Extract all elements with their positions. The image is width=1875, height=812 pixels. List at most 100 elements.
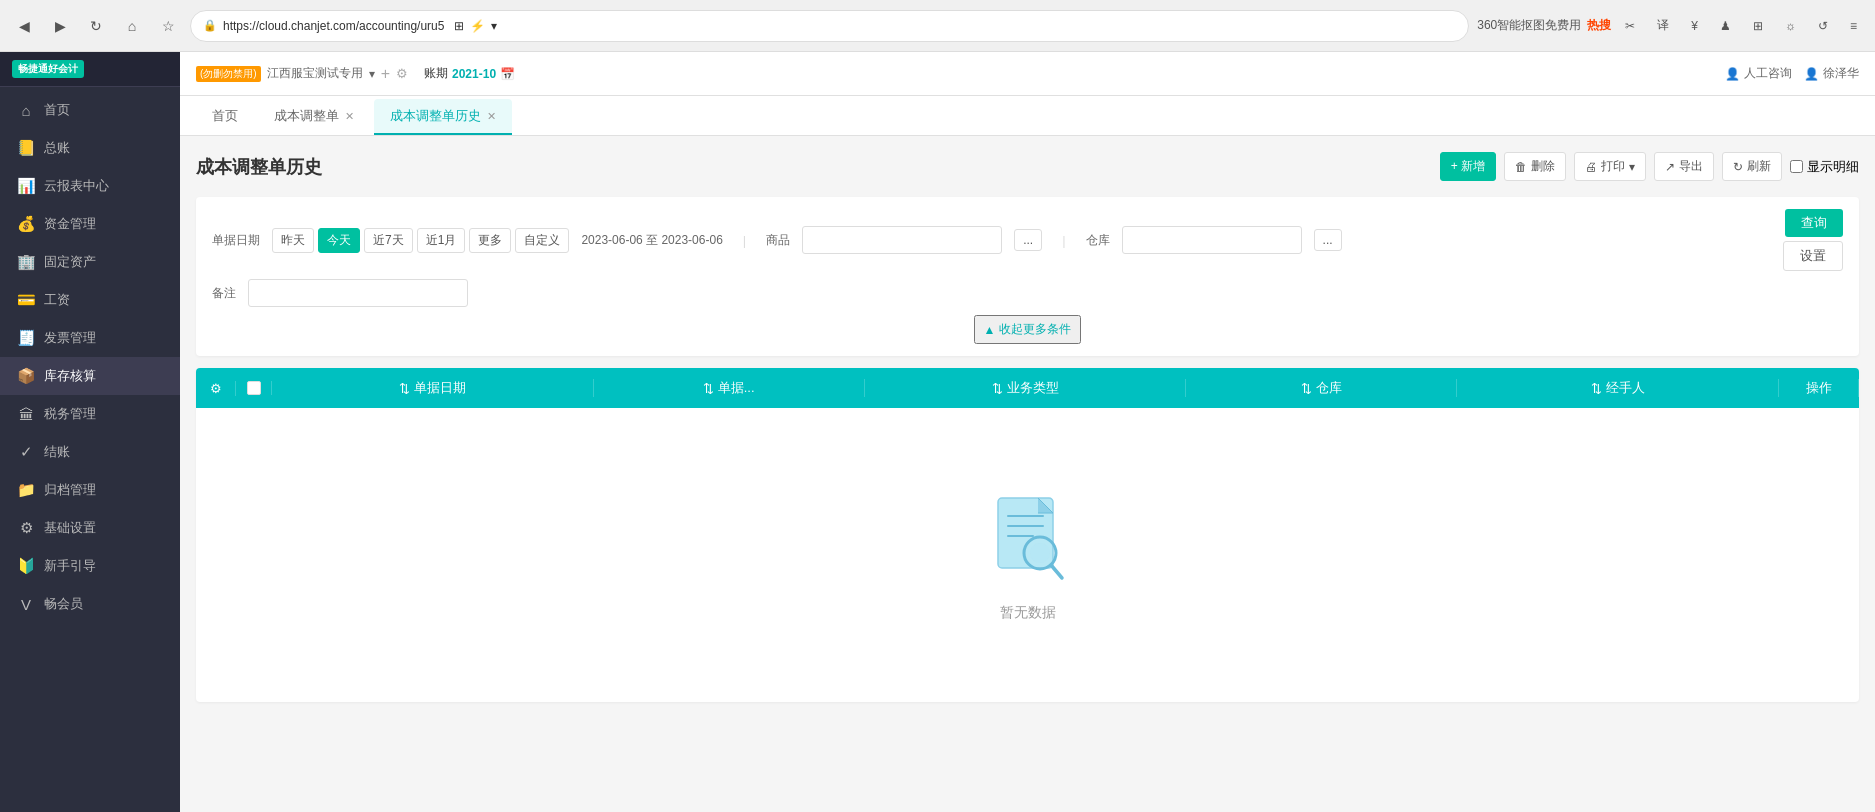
- filter-settings-button[interactable]: 设置: [1783, 241, 1843, 271]
- currency-btn[interactable]: ¥: [1683, 15, 1706, 37]
- sidebar-label-home: 首页: [44, 101, 70, 119]
- product-input[interactable]: [802, 226, 1002, 254]
- collapse-label: 收起更多条件: [999, 321, 1071, 338]
- forward-button[interactable]: ▶: [46, 12, 74, 40]
- header-checkbox[interactable]: [247, 381, 261, 395]
- sidebar-icon-home: ⌂: [16, 102, 36, 119]
- sidebar-icon-ledger: 📒: [16, 139, 36, 157]
- date-range: 2023-06-06 至 2023-06-06: [581, 232, 722, 249]
- product-more-btn[interactable]: ...: [1014, 229, 1042, 251]
- collapse-button[interactable]: ▲ 收起更多条件: [974, 315, 1082, 344]
- show-cols-input[interactable]: [1790, 160, 1803, 173]
- empty-state: 暂无数据: [196, 408, 1859, 702]
- sidebar-item-fixed-assets[interactable]: 🏢 固定资产: [0, 243, 180, 281]
- new-button[interactable]: + 新增: [1440, 152, 1496, 181]
- address-bar[interactable]: 🔒 https://cloud.chanjet.com/accounting/u…: [190, 10, 1469, 42]
- sidebar-item-ledger[interactable]: 📒 总账: [0, 129, 180, 167]
- date-btn-昨天[interactable]: 昨天: [272, 228, 314, 253]
- sidebar-item-closing[interactable]: ✓ 结账: [0, 433, 180, 471]
- settings-gear-btn[interactable]: ⚙: [396, 66, 408, 81]
- sidebar-item-invoice[interactable]: 🧾 发票管理: [0, 319, 180, 357]
- sidebar-item-finance[interactable]: 💰 资金管理: [0, 205, 180, 243]
- sidebar-item-home[interactable]: ⌂ 首页: [0, 91, 180, 129]
- filter-area: 单据日期 昨天今天近7天近1月更多自定义 2023-06-06 至 2023-0…: [196, 197, 1859, 356]
- th-type[interactable]: ⇅ 业务类型: [865, 379, 1187, 397]
- page-header: 成本调整单历史 + 新增 🗑 删除 🖨 打印 ▾ ↗ 导出: [196, 152, 1859, 181]
- export-button[interactable]: ↗ 导出: [1654, 152, 1714, 181]
- refresh-button[interactable]: ↻ 刷新: [1722, 152, 1782, 181]
- remarks-input[interactable]: [248, 279, 468, 307]
- sort-icon-left: ⇅: [399, 381, 410, 396]
- print-button[interactable]: 🖨 打印 ▾: [1574, 152, 1646, 181]
- sidebar-label-ledger: 总账: [44, 139, 70, 157]
- sort-icon-warehouse: ⇅: [1301, 381, 1312, 396]
- tab-cost-adjust[interactable]: 成本调整单✕: [258, 99, 370, 135]
- date-btn-近7天[interactable]: 近7天: [364, 228, 413, 253]
- date-btn-今天[interactable]: 今天: [318, 228, 360, 253]
- menu-btn[interactable]: ≡: [1842, 15, 1865, 37]
- user-label: 徐泽华: [1823, 65, 1859, 82]
- query-button[interactable]: 查询: [1785, 209, 1843, 237]
- sidebar-item-settings[interactable]: ⚙ 基础设置: [0, 509, 180, 547]
- scissors-btn[interactable]: ✂: [1617, 15, 1643, 37]
- empty-text: 暂无数据: [1000, 604, 1056, 622]
- apps-icon: ⊞: [454, 19, 464, 33]
- account-info: (勿删勿禁用) 江西服宝测试专用 ▾ + ⚙: [196, 65, 408, 83]
- sidebar-item-guide[interactable]: 🔰 新手引导: [0, 547, 180, 585]
- th-date[interactable]: ⇅ 单据日期: [272, 379, 594, 397]
- service-btn[interactable]: 👤 人工咨询: [1725, 65, 1792, 82]
- delete-button[interactable]: 🗑 删除: [1504, 152, 1566, 181]
- home-button[interactable]: ⌂: [118, 12, 146, 40]
- sidebar-icon-payroll: 💳: [16, 291, 36, 309]
- back-button[interactable]: ◀: [10, 12, 38, 40]
- sidebar-label-settings: 基础设置: [44, 519, 96, 537]
- sidebar-icon-reports: 📊: [16, 177, 36, 195]
- game-btn[interactable]: ♟: [1712, 15, 1739, 37]
- warehouse-input[interactable]: [1122, 226, 1302, 254]
- tab-close-cost-adjust-history[interactable]: ✕: [487, 110, 496, 123]
- service-label: 人工咨询: [1744, 65, 1792, 82]
- date-btn-自定义[interactable]: 自定义: [515, 228, 569, 253]
- sidebar-icon-settings: ⚙: [16, 519, 36, 537]
- svg-point-5: [1030, 543, 1050, 563]
- sidebar-item-inventory[interactable]: 📦 库存核算: [0, 357, 180, 395]
- th-checkbox[interactable]: [236, 381, 272, 395]
- add-account-btn[interactable]: +: [381, 65, 390, 83]
- sidebar-item-reports[interactable]: 📊 云报表中心: [0, 167, 180, 205]
- tab-cost-adjust-history[interactable]: 成本调整单历史✕: [374, 99, 512, 135]
- sidebar-label-member: 畅会员: [44, 595, 83, 613]
- sidebar-item-tax[interactable]: 🏛 税务管理: [0, 395, 180, 433]
- print-icon: 🖨: [1585, 160, 1597, 174]
- show-cols-checkbox: 显示明细: [1790, 158, 1859, 176]
- translate-btn[interactable]: 译: [1649, 13, 1677, 38]
- undo-btn[interactable]: ↺: [1810, 15, 1836, 37]
- calendar-icon[interactable]: 📅: [500, 67, 515, 81]
- user-btn[interactable]: 👤 徐泽华: [1804, 65, 1859, 82]
- sidebar-item-payroll[interactable]: 💳 工资: [0, 281, 180, 319]
- star-button[interactable]: ☆: [154, 12, 182, 40]
- th-ops: 操作: [1779, 379, 1859, 397]
- separator2: |: [1062, 233, 1065, 248]
- lightning-icon: ⚡: [470, 19, 485, 33]
- sidebar-icon-archive: 📁: [16, 481, 36, 499]
- sidebar-item-member[interactable]: V 畅会员: [0, 585, 180, 623]
- sidebar-item-archive[interactable]: 📁 归档管理: [0, 471, 180, 509]
- th-warehouse[interactable]: ⇅ 仓库: [1186, 379, 1457, 397]
- th-handler[interactable]: ⇅ 经手人: [1457, 379, 1779, 397]
- tab-home[interactable]: 首页: [196, 99, 254, 135]
- date-filter-label: 单据日期: [212, 232, 260, 249]
- sidebar-label-payroll: 工资: [44, 291, 70, 309]
- collapse-icon: ▲: [984, 323, 996, 337]
- sun-btn[interactable]: ☼: [1777, 15, 1804, 37]
- show-cols-label: 显示明细: [1807, 158, 1859, 176]
- refresh-button[interactable]: ↻: [82, 12, 110, 40]
- dropdown-icon: ▾: [369, 67, 375, 81]
- grid-btn[interactable]: ⊞: [1745, 15, 1771, 37]
- date-btn-近1月[interactable]: 近1月: [417, 228, 466, 253]
- date-btn-更多[interactable]: 更多: [469, 228, 511, 253]
- tab-close-cost-adjust[interactable]: ✕: [345, 110, 354, 123]
- th-no[interactable]: ⇅ 单据...: [594, 379, 865, 397]
- th-settings[interactable]: ⚙: [196, 381, 236, 396]
- sidebar-icon-guide: 🔰: [16, 557, 36, 575]
- warehouse-more-btn[interactable]: ...: [1314, 229, 1342, 251]
